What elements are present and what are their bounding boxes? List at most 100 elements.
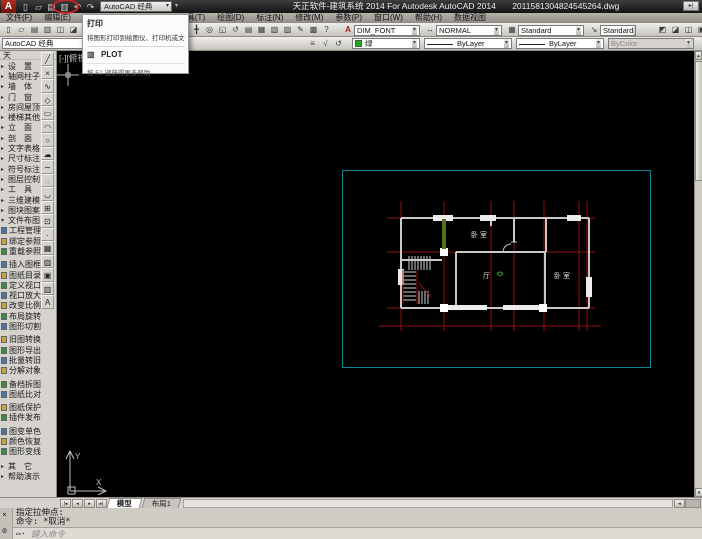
sheetset-manager-icon[interactable]: ▨ [281,24,294,36]
style-combo[interactable]: NORMAL ▾ [436,24,502,36]
palette-folder[interactable]: ▸ 轴网柱子 [0,71,41,81]
save-icon[interactable]: ▤ [28,24,41,36]
menu-item[interactable]: 编辑(E) [38,13,77,23]
palette-command[interactable]: 改变比例 [0,301,41,311]
display-tool-icon[interactable]: ▣ [695,24,702,36]
zoom-realtime-icon[interactable]: ◎ [203,24,216,36]
palette-command[interactable]: 图纸保护 [0,403,41,413]
insert-block-icon[interactable]: ⊞ [41,200,54,214]
palette-folder[interactable]: ▸ 墙 体 [0,82,41,92]
text-style-icon[interactable]: A [342,24,354,36]
palette-folder[interactable]: ▸ 文字表格 [0,143,41,153]
properties-icon[interactable]: ▤ [242,24,255,36]
palette-folder[interactable]: ▸ 符号标注 [0,164,41,174]
tab-nav-button[interactable]: |◂ [60,498,71,508]
close-icon[interactable]: × [2,510,7,519]
palette-folder[interactable]: ▸ 楼梯其他 [0,112,41,122]
zoom-previous-icon[interactable]: ↺ [229,24,242,36]
palette-folder[interactable]: ▸ 门 窗 [0,92,41,102]
autocad-logo-icon[interactable]: A [1,0,16,13]
tab-nav-button[interactable]: ▸ [84,498,95,508]
palette-command[interactable]: 重载参照 [0,246,41,256]
palette-command[interactable]: 旧图转换 [0,335,41,345]
workspace-dropdown-qat[interactable]: AutoCAD 经典 ▾ [100,1,172,12]
palette-folder[interactable]: ▸ 三维建模 [0,195,41,205]
new-file-icon[interactable]: ▯ [19,1,32,13]
style-combo[interactable]: DIM_FONT ▾ [354,24,420,36]
publish-icon[interactable]: ◪ [67,24,80,36]
linetype-control[interactable]: ByLayer ▾ [424,38,512,49]
redo-icon[interactable]: ↷ [84,1,97,13]
markup-manager-icon[interactable]: ✎ [294,24,307,36]
tab-nav-button[interactable]: ◂ [72,498,83,508]
palette-command[interactable]: 图变单色 [0,426,41,436]
menu-item[interactable]: 绘图(D) [211,13,250,23]
rectangle-icon[interactable]: ▭ [41,106,54,120]
designcenter-icon[interactable]: ▦ [255,24,268,36]
point-icon[interactable]: · [41,227,54,241]
zoom-window-icon[interactable]: ◱ [216,24,229,36]
revcloud-icon[interactable]: ☁ [41,146,54,160]
menu-item[interactable]: 窗口(W) [368,13,409,23]
command-window[interactable]: × ⚙ 指定拉伸点: 命令: *取消* ▭ ▾ 键入命令 [0,508,702,539]
menu-item[interactable]: 修改(M) [289,13,329,23]
palette-command[interactable]: 备档拆图 [0,379,41,389]
qat-overflow-icon[interactable]: ▾ [175,2,178,9]
palette-command[interactable]: 分解对象 [0,366,41,376]
palette-command[interactable]: 图纸比对 [0,389,41,399]
palette-folder[interactable]: ▸ 图块图案 [0,205,41,215]
line-icon[interactable]: ╱ [41,52,54,66]
open-file-icon[interactable]: ▱ [32,1,45,13]
customize-wrench-icon[interactable]: ⚙ [2,526,7,535]
palette-command[interactable]: 批量转旧 [0,355,41,365]
style-combo[interactable]: Standard ▾ [518,24,584,36]
menu-item[interactable]: 参数(P) [329,13,368,23]
arc-icon[interactable]: ◠ [41,119,54,133]
palette-folder[interactable]: ▸ 其 它 [0,461,41,471]
palette-folder[interactable]: ▸ 工 具 [0,185,41,195]
palette-command[interactable]: 图形切割 [0,321,41,331]
construction-line-icon[interactable]: × [41,65,54,79]
command-input[interactable]: ▭ ▾ 键入命令 [13,527,702,539]
palette-command[interactable]: 定义视口 [0,280,41,290]
help-icon[interactable]: ? [320,24,333,36]
workspace-tool-icon[interactable]: ◩ [656,24,669,36]
table-style-icon[interactable]: ▦ [506,24,518,36]
palette-command[interactable]: 视口放大 [0,291,41,301]
chevron-down-icon[interactable]: ▾ [22,531,25,537]
ellipse-arc-icon[interactable]: ◡ [41,187,54,201]
spline-icon[interactable]: ∼ [41,160,54,174]
dim-style-icon[interactable]: ↔ [424,24,436,36]
palette-command[interactable]: 图形变线 [0,447,41,457]
menu-item[interactable]: 数据视图 [448,13,492,23]
layer-properties-icon[interactable]: ≡ [306,38,319,50]
open-file-icon[interactable]: ▱ [15,24,28,36]
scroll-down-icon[interactable]: ▾ [695,488,702,497]
infocenter-icon[interactable]: ▸| [683,1,699,11]
palette-command[interactable]: 插件发布 [0,413,41,423]
plot-preview-icon[interactable]: ◫ [54,24,67,36]
drawing-canvas[interactable]: [-][俯视][二维线框] [57,51,694,497]
pan-icon[interactable]: ╋ [190,24,203,36]
annotation-tool-icon[interactable]: ◪ [669,24,682,36]
palette-command[interactable]: 工程管理 [0,226,41,236]
menu-item[interactable]: 标注(N) [250,13,289,23]
gradient-icon[interactable]: ▨ [41,254,54,268]
vertical-scrollbar[interactable]: ▴ ▾ [694,51,702,497]
make-block-icon[interactable]: ⊡ [41,214,54,228]
table-icon[interactable]: ▥ [41,281,54,295]
vertical-scroll-thumb[interactable] [695,61,702,181]
palette-command[interactable]: 图纸目录 [0,270,41,280]
hatch-icon[interactable]: ▦ [41,241,54,255]
horizontal-scrollbar[interactable] [183,498,673,508]
palette-folder[interactable]: ▸ 帮助演示 [0,471,41,481]
polyline-icon[interactable]: ∿ [41,79,54,93]
ellipse-icon[interactable]: ◌ [41,173,54,187]
quickcalc-icon[interactable]: ▩ [307,24,320,36]
scroll-left-icon[interactable]: ◂ [674,498,685,508]
palette-folder[interactable]: ▸ 剖 面 [0,133,41,143]
palette-folder[interactable]: ▸ 立 面 [0,123,41,133]
make-layer-current-icon[interactable]: √ [319,38,332,50]
palette-command[interactable]: 布局旋转 [0,311,41,321]
scroll-up-icon[interactable]: ▴ [695,51,702,60]
